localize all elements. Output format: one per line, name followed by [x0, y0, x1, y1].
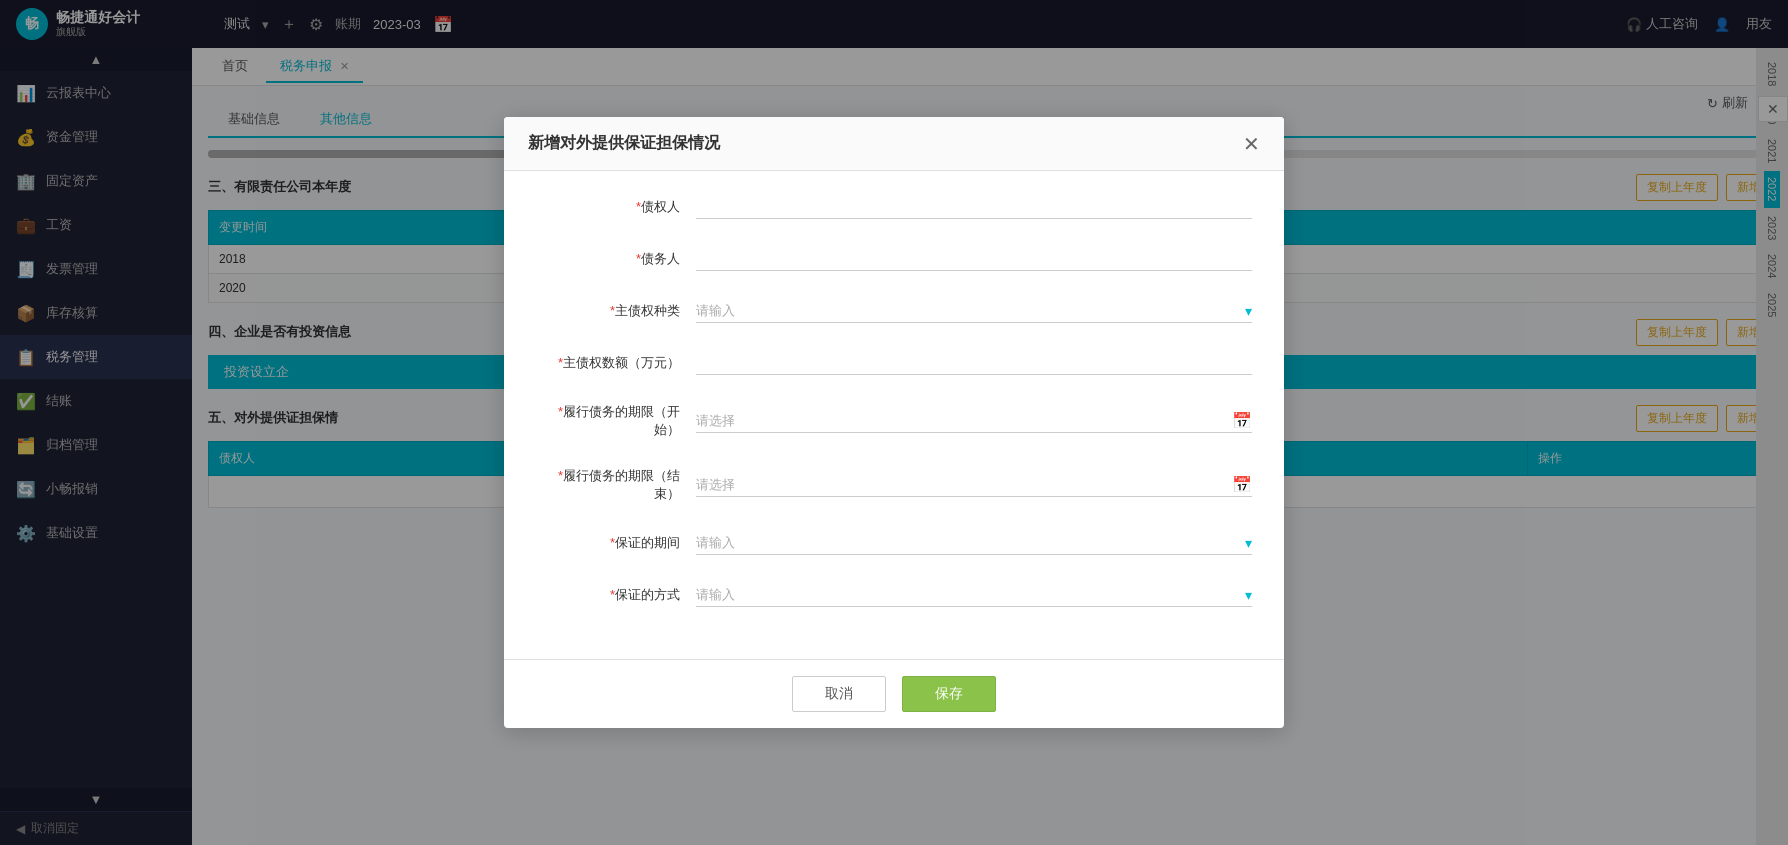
label-claim-amount: *主债权数额（万元） [536, 354, 696, 372]
input-debt-start[interactable] [696, 409, 1232, 432]
input-creditor[interactable] [696, 195, 1252, 219]
debt-start-calendar-icon[interactable]: 📅 [1232, 411, 1252, 430]
guarantee-method-dropdown-icon[interactable]: ▾ [1245, 587, 1252, 603]
guarantee-period-wrapper: ▾ [696, 531, 1252, 555]
label-guarantee-method: *保证的方式 [536, 586, 696, 604]
form-group-debt-end: *履行债务的期限（结束） 📅 [536, 467, 1252, 503]
input-claim-type[interactable] [696, 299, 1245, 322]
modal-body: *债权人 *债务人 *主债权种类 ▾ [504, 171, 1284, 659]
debt-end-calendar-icon[interactable]: 📅 [1232, 475, 1252, 494]
input-debtor[interactable] [696, 247, 1252, 271]
label-claim-type: *主债权种类 [536, 302, 696, 320]
form-group-creditor: *债权人 [536, 195, 1252, 219]
form-group-guarantee-period: *保证的期间 ▾ [536, 531, 1252, 555]
save-button[interactable]: 保存 [902, 676, 996, 712]
modal-overlay: 新增对外提供保证担保情况 ✕ *债权人 *债务人 * [0, 0, 1788, 845]
debt-end-wrapper: 📅 [696, 473, 1252, 497]
input-debt-end[interactable] [696, 473, 1232, 496]
modal: 新增对外提供保证担保情况 ✕ *债权人 *债务人 * [504, 117, 1284, 728]
modal-header: 新增对外提供保证担保情况 ✕ [504, 117, 1284, 171]
form-group-claim-amount: *主债权数额（万元） [536, 351, 1252, 375]
form-group-debtor: *债务人 [536, 247, 1252, 271]
guarantee-period-dropdown-icon[interactable]: ▾ [1245, 535, 1252, 551]
label-debt-start: *履行债务的期限（开始） [536, 403, 696, 439]
label-creditor: *债权人 [536, 198, 696, 216]
guarantee-method-wrapper: ▾ [696, 583, 1252, 607]
label-debt-end: *履行债务的期限（结束） [536, 467, 696, 503]
label-guarantee-period: *保证的期间 [536, 534, 696, 552]
form-group-guarantee-method: *保证的方式 ▾ [536, 583, 1252, 607]
input-guarantee-method[interactable] [696, 583, 1245, 606]
label-debtor: *债务人 [536, 250, 696, 268]
cancel-button[interactable]: 取消 [792, 676, 886, 712]
debt-start-wrapper: 📅 [696, 409, 1252, 433]
claim-type-wrapper: ▾ [696, 299, 1252, 323]
input-claim-amount[interactable] [696, 351, 1252, 375]
input-guarantee-period[interactable] [696, 531, 1245, 554]
form-group-debt-start: *履行债务的期限（开始） 📅 [536, 403, 1252, 439]
claim-type-dropdown-icon[interactable]: ▾ [1245, 303, 1252, 319]
form-group-claim-type: *主债权种类 ▾ [536, 299, 1252, 323]
modal-title: 新增对外提供保证担保情况 [528, 133, 720, 154]
modal-footer: 取消 保存 [504, 659, 1284, 728]
modal-close-btn[interactable]: ✕ [1243, 134, 1260, 154]
